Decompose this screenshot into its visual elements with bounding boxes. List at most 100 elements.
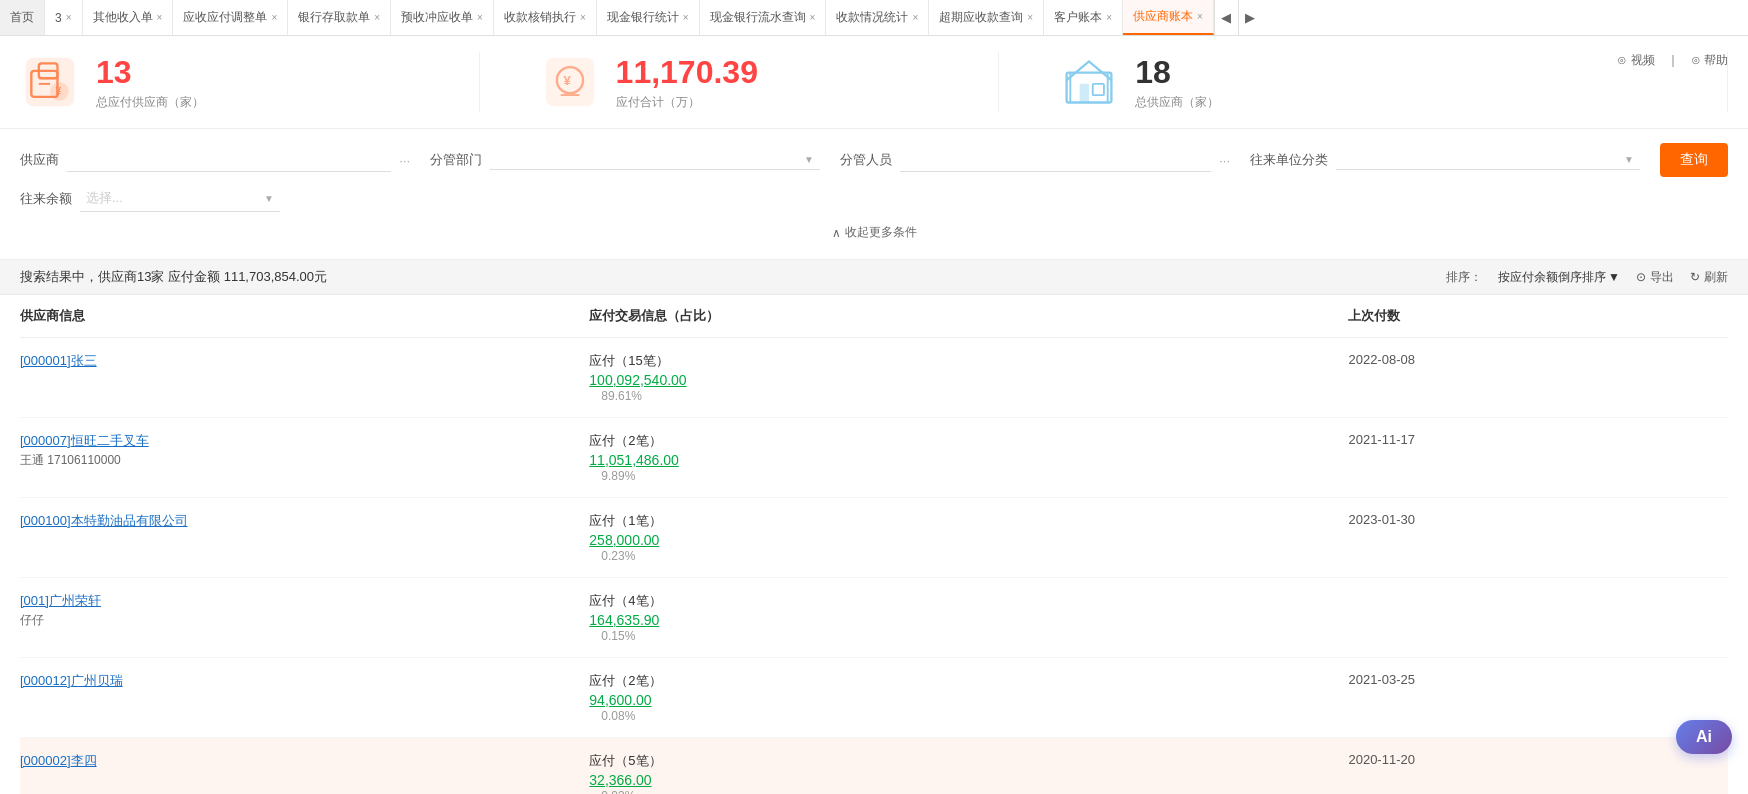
supplier-link-0[interactable]: [000001]张三	[20, 352, 589, 370]
close-icon[interactable]: ×	[477, 12, 483, 23]
transaction-cell-4: 应付（2笔） 94,600.00 0.08%	[589, 672, 1348, 723]
nav-tab-bank-label: 银行存取款单	[298, 9, 370, 26]
nav-tab-supplier-ledger[interactable]: 供应商账本 ×	[1123, 0, 1214, 35]
nav-tab-collection-stats[interactable]: 收款情况统计 ×	[826, 0, 929, 35]
person-input[interactable]	[900, 148, 1211, 172]
nav-tab-cash-stats[interactable]: 现金银行统计 ×	[597, 0, 700, 35]
transaction-amount-5[interactable]: 32,366.00	[589, 772, 1348, 788]
nav-tab-3-label: 3	[55, 11, 62, 25]
table-header: 供应商信息 应付交易信息（占比） 上次付数	[20, 295, 1728, 338]
supplier-cell-2: [000100]本特勤油品有限公司	[20, 512, 589, 530]
supplier-link-5[interactable]: [000002]李四	[20, 752, 589, 770]
transaction-amount-3[interactable]: 164,635.90	[589, 612, 1348, 628]
close-icon[interactable]: ×	[683, 12, 689, 23]
nav-tab-customer-ledger[interactable]: 客户账本 ×	[1044, 0, 1123, 35]
video-link[interactable]: ⊙ 视频	[1617, 52, 1654, 69]
nav-next-arrow[interactable]: ▶	[1238, 0, 1262, 35]
supplier-link-2[interactable]: [000100]本特勤油品有限公司	[20, 512, 589, 530]
nav-tab-prepay[interactable]: 预收冲应收单 ×	[391, 0, 494, 35]
filter-supplier: 供应商 ···	[20, 148, 410, 172]
table-row[interactable]: [000012]广州贝瑞 应付（2笔） 94,600.00 0.08% 2021…	[20, 658, 1728, 738]
transaction-amount-1[interactable]: 11,051,486.00	[589, 452, 1348, 468]
stat-label-payable-total: 应付合计（万）	[616, 94, 758, 111]
close-icon[interactable]: ×	[810, 12, 816, 23]
help-link[interactable]: ⊙ 帮助	[1691, 52, 1728, 69]
close-icon[interactable]: ×	[66, 12, 72, 23]
supplier-cell-4: [000012]广州贝瑞	[20, 672, 589, 690]
stat-number-total-suppliers: 18	[1135, 53, 1219, 91]
help-label: 帮助	[1704, 53, 1728, 67]
last-payment-1: 2021-11-17	[1348, 432, 1415, 447]
supplier-link-4[interactable]: [000012]广州贝瑞	[20, 672, 589, 690]
nav-tab-cash-flow[interactable]: 现金银行流水查询 ×	[700, 0, 827, 35]
close-icon[interactable]: ×	[157, 12, 163, 23]
collapse-button[interactable]: ∧ 收起更多条件	[20, 220, 1728, 245]
close-icon[interactable]: ×	[580, 12, 586, 23]
balance-select-placeholder: 选择...	[86, 189, 123, 207]
transaction-pct-5: 0.03%	[601, 789, 635, 794]
help-circle-icon: ⊙	[1691, 53, 1701, 67]
table-row[interactable]: [000100]本特勤油品有限公司 应付（1笔） 258,000.00 0.23…	[20, 498, 1728, 578]
person-ellipsis-icon[interactable]: ···	[1219, 153, 1230, 168]
nav-tab-customer-ledger-label: 客户账本	[1054, 9, 1102, 26]
close-icon[interactable]: ×	[374, 12, 380, 23]
last-payment-4: 2021-03-25	[1348, 672, 1415, 687]
transaction-amount-4[interactable]: 94,600.00	[589, 692, 1348, 708]
supplier-link-3[interactable]: [001]广州荣轩	[20, 592, 589, 610]
transaction-type-0: 应付（15笔）	[589, 353, 668, 368]
video-label: 视频	[1631, 53, 1655, 67]
collapse-label: 收起更多条件	[845, 224, 917, 241]
stat-number-payable-total: 11,170.39	[616, 53, 758, 91]
results-bar: 搜索结果中，供应商13家 应付金额 111,703,854.00元 排序： 按应…	[0, 260, 1748, 295]
nav-tab-other-income[interactable]: 其他收入单 ×	[83, 0, 174, 35]
nav-tab-collection-label: 收款核销执行	[504, 9, 576, 26]
filter-section: 供应商 ··· 分管部门 ▼ 分管人员 ··· 往来单位分类 ▼ 查询 往	[0, 129, 1748, 260]
table-row[interactable]: [000001]张三 应付（15笔） 100,092,540.00 89.61%…	[20, 338, 1728, 418]
query-button[interactable]: 查询	[1660, 143, 1728, 177]
nav-tab-overdue[interactable]: 超期应收款查询 ×	[929, 0, 1044, 35]
supplier-link-1[interactable]: [000007]恒旺二手叉车	[20, 432, 589, 450]
supplier-sub-3: 仔仔	[20, 612, 589, 629]
table-row[interactable]: [000002]李四 应付（5笔） 32,366.00 0.03% 2020-1…	[20, 738, 1728, 794]
department-select[interactable]: ▼	[490, 150, 820, 170]
filter-department: 分管部门 ▼	[430, 150, 820, 170]
nav-tab-home[interactable]: 首页	[0, 0, 45, 35]
filter-balance-label: 往来余额	[20, 190, 72, 208]
filter-supplier-label: 供应商	[20, 151, 59, 169]
chevron-down-icon-2: ▼	[1624, 154, 1634, 165]
nav-tab-adjustment-label: 应收应付调整单	[183, 9, 267, 26]
transaction-type-2: 应付（1笔）	[589, 513, 661, 528]
supplier-input[interactable]	[67, 148, 391, 172]
stat-number-payable-suppliers: 13	[96, 53, 204, 91]
top-nav: 首页 3 × 其他收入单 × 应收应付调整单 × 银行存取款单 × 预收冲应收单…	[0, 0, 1748, 36]
refresh-label: 刷新	[1704, 269, 1728, 286]
stat-label-total-suppliers: 总供应商（家）	[1135, 94, 1219, 111]
supplier-cell-1: [000007]恒旺二手叉车 王通 17106110000	[20, 432, 589, 469]
close-icon[interactable]: ×	[1197, 11, 1203, 22]
transaction-amount-0[interactable]: 100,092,540.00	[589, 372, 1348, 388]
balance-select[interactable]: 选择... ▼	[80, 185, 280, 212]
close-icon[interactable]: ×	[912, 12, 918, 23]
last-payment-5: 2020-11-20	[1348, 752, 1415, 767]
table-row[interactable]: [001]广州荣轩 仔仔 应付（4笔） 164,635.90 0.15%	[20, 578, 1728, 658]
sort-select[interactable]: 按应付余额倒序排序 ▼	[1498, 269, 1620, 286]
nav-tab-bank[interactable]: 银行存取款单 ×	[288, 0, 391, 35]
nav-tab-collection[interactable]: 收款核销执行 ×	[494, 0, 597, 35]
close-icon[interactable]: ×	[1027, 12, 1033, 23]
close-icon[interactable]: ×	[271, 12, 277, 23]
svg-rect-12	[1080, 84, 1089, 103]
export-label: 导出	[1650, 269, 1674, 286]
ai-button[interactable]: Ai	[1676, 720, 1732, 754]
supplier-ellipsis-icon[interactable]: ···	[399, 153, 410, 168]
last-payment-cell-5: 2020-11-20	[1348, 752, 1728, 767]
stat-label-payable-suppliers: 总应付供应商（家）	[96, 94, 204, 111]
nav-tab-3[interactable]: 3 ×	[45, 0, 83, 35]
table-row[interactable]: [000007]恒旺二手叉车 王通 17106110000 应付（2笔） 11,…	[20, 418, 1728, 498]
transaction-amount-2[interactable]: 258,000.00	[589, 532, 1348, 548]
nav-prev-arrow[interactable]: ◀	[1214, 0, 1238, 35]
category-select[interactable]: ▼	[1336, 150, 1640, 170]
nav-tab-adjustment[interactable]: 应收应付调整单 ×	[173, 0, 288, 35]
export-button[interactable]: ⊙ 导出	[1636, 269, 1674, 286]
refresh-button[interactable]: ↻ 刷新	[1690, 269, 1728, 286]
close-icon[interactable]: ×	[1106, 12, 1112, 23]
